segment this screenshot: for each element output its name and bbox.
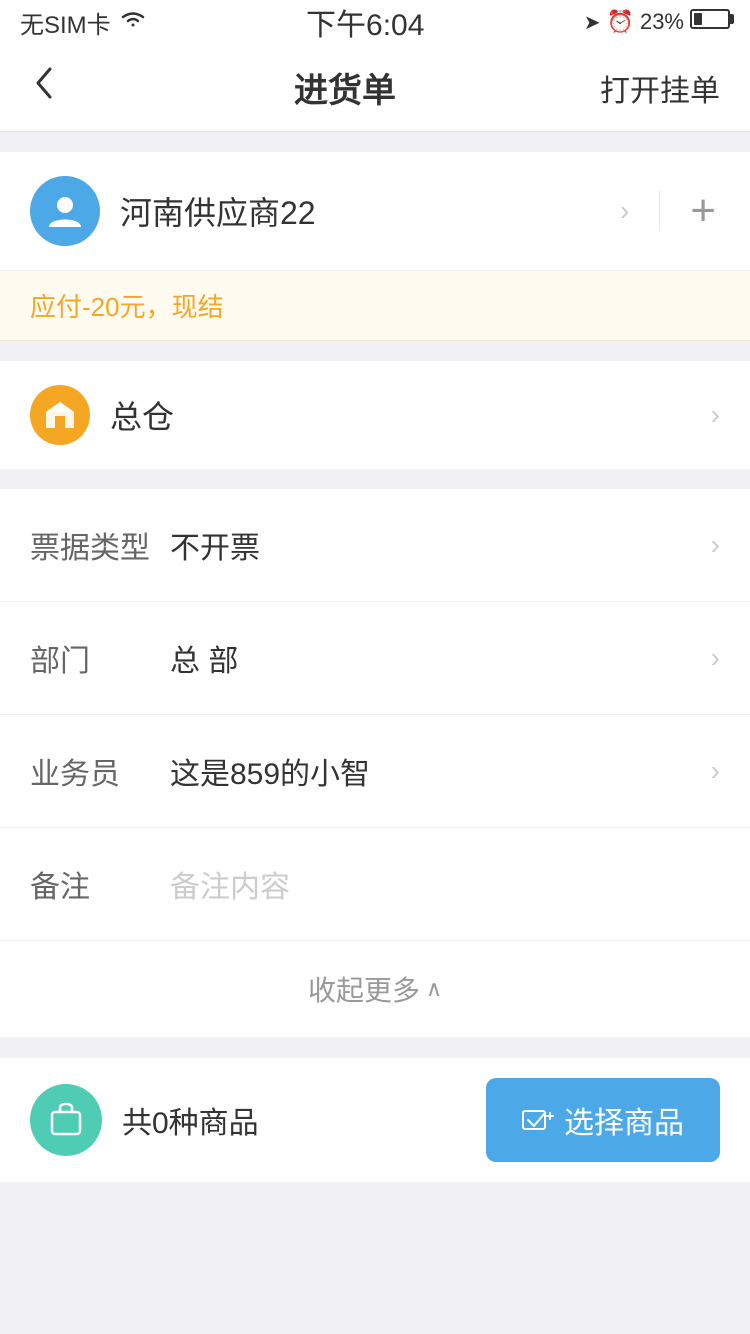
remark-input[interactable]: 备注内容 — [170, 862, 720, 906]
divider — [659, 191, 660, 231]
warehouse-icon-wrap — [30, 385, 90, 445]
sales-chevron-icon: › — [711, 755, 720, 787]
bill-type-label: 票据类型 — [30, 523, 170, 567]
section-gap-3 — [0, 469, 750, 489]
battery-label: 23% — [640, 9, 684, 35]
sales-label: 业务员 — [30, 749, 170, 793]
form-section: 票据类型 不开票 › 部门 总 部 › 业务员 这是859的小智 › 备注 备注… — [0, 489, 750, 1037]
dept-chevron-icon: › — [711, 642, 720, 674]
status-right: ➤ ⏰ 23% — [584, 9, 730, 35]
product-bar: 共0种商品 选择商品 — [0, 1058, 750, 1182]
alarm-icon: ⏰ — [607, 9, 634, 35]
section-gap-2 — [0, 341, 750, 361]
back-button[interactable] — [30, 61, 90, 114]
wifi-icon — [119, 8, 147, 37]
supplier-actions: › + — [620, 189, 720, 233]
supplier-chevron-icon: › — [620, 195, 629, 227]
sales-value: 这是859的小智 — [170, 749, 701, 793]
dept-label: 部门 — [30, 636, 170, 680]
select-product-label: 选择商品 — [564, 1098, 684, 1142]
supplier-card: 河南供应商22 › + 应付-20元，现结 — [0, 152, 750, 341]
supplier-avatar — [30, 176, 100, 246]
product-icon-wrap — [30, 1084, 102, 1156]
warehouse-name: 总仓 — [110, 392, 711, 438]
remark-label: 备注 — [30, 862, 170, 906]
supplier-name: 河南供应商22 — [120, 188, 620, 234]
open-pending-button[interactable]: 打开挂单 — [600, 66, 720, 110]
nav-bar: 进货单 打开挂单 — [0, 44, 750, 132]
remark-row[interactable]: 备注 备注内容 — [0, 827, 750, 940]
notice-text: 应付-20元，现结 — [30, 292, 224, 322]
select-product-button[interactable]: 选择商品 — [486, 1078, 720, 1162]
warehouse-chevron-icon: › — [711, 399, 720, 431]
dept-value: 总 部 — [170, 636, 701, 680]
notice-bar: 应付-20元，现结 — [0, 271, 750, 341]
page-title: 进货单 — [294, 63, 396, 112]
location-icon: ➤ — [584, 10, 601, 35]
carrier-label: 无SIM卡 — [20, 5, 111, 40]
supplier-row[interactable]: 河南供应商22 › + — [0, 152, 750, 271]
warehouse-row[interactable]: 总仓 › — [0, 361, 750, 469]
section-gap-4 — [0, 1037, 750, 1057]
bill-type-chevron-icon: › — [711, 529, 720, 561]
sales-row[interactable]: 业务员 这是859的小智 › — [0, 714, 750, 827]
bill-type-value: 不开票 — [170, 523, 701, 567]
section-gap-1 — [0, 132, 750, 152]
collapse-bar[interactable]: 收起更多 ∧ — [0, 940, 750, 1037]
status-left: 无SIM卡 — [20, 5, 147, 40]
dept-row[interactable]: 部门 总 部 › — [0, 601, 750, 714]
status-bar: 无SIM卡 下午6:04 ➤ ⏰ 23% — [0, 0, 750, 44]
add-supplier-icon[interactable]: + — [690, 189, 720, 233]
battery-icon — [690, 9, 730, 35]
product-count: 共0种商品 — [122, 1098, 486, 1142]
bill-type-row[interactable]: 票据类型 不开票 › — [0, 489, 750, 601]
collapse-arrow-icon: ∧ — [426, 976, 442, 1002]
time-label: 下午6:04 — [306, 0, 424, 44]
collapse-text: 收起更多 — [308, 969, 420, 1009]
warehouse-card: 总仓 › — [0, 361, 750, 469]
